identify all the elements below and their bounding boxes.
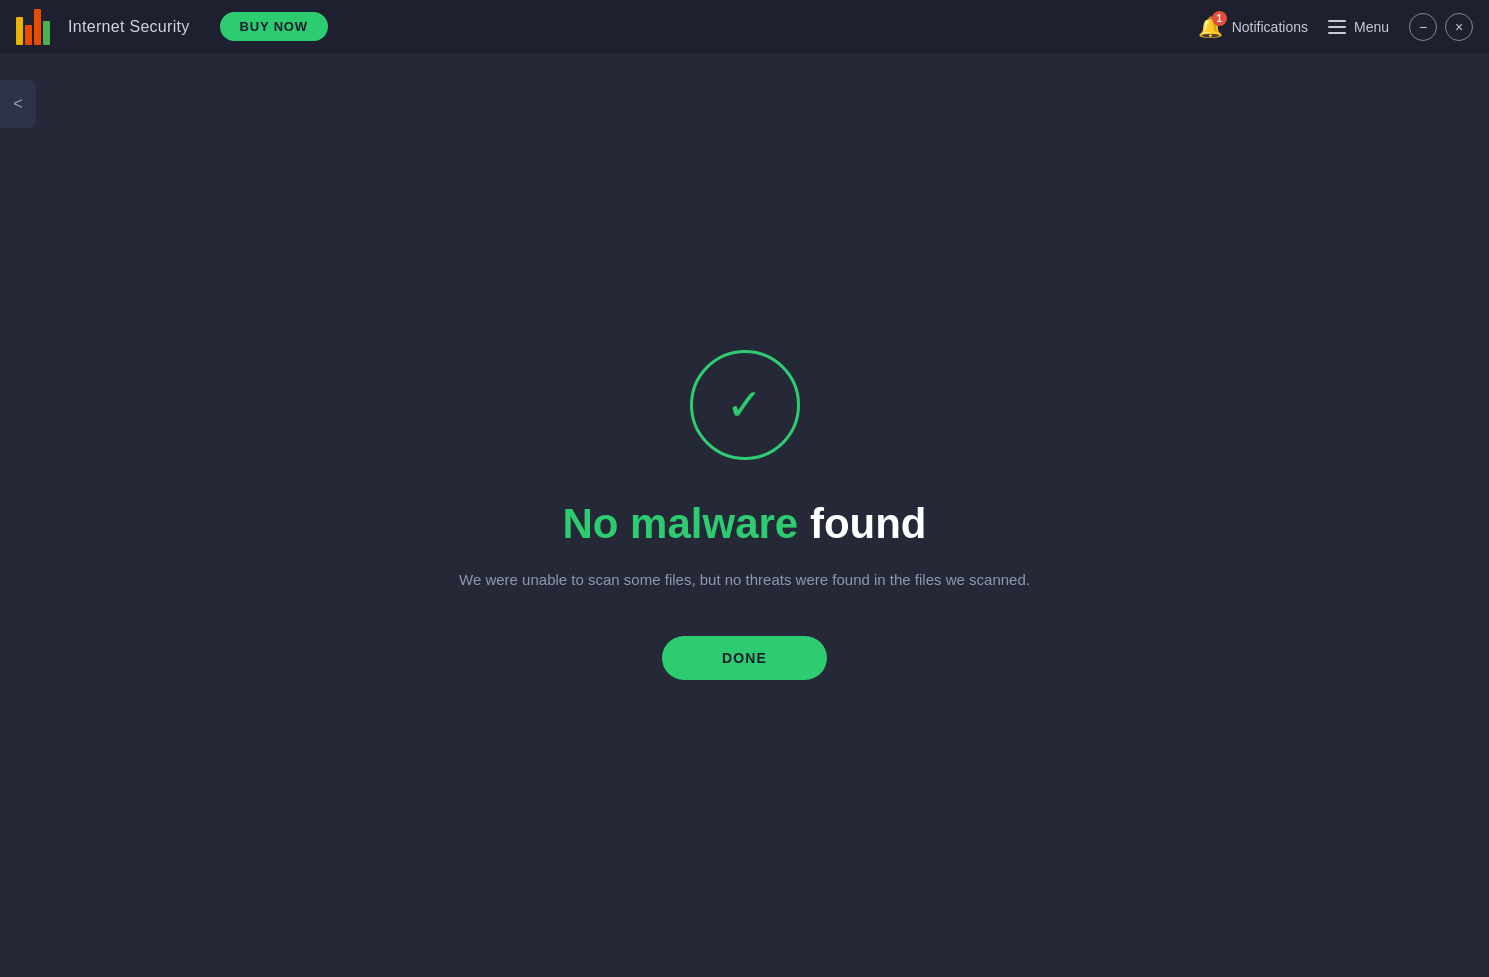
avg-logo xyxy=(16,9,58,45)
notifications-area[interactable]: 🔔 1 Notifications xyxy=(1198,14,1308,40)
menu-label: Menu xyxy=(1354,19,1389,35)
result-title-white: found xyxy=(810,500,927,547)
done-button[interactable]: DONE xyxy=(662,636,827,680)
titlebar: Internet Security BUY NOW 🔔 1 Notificati… xyxy=(0,0,1489,53)
window-controls: − × xyxy=(1409,13,1473,41)
check-icon: ✓ xyxy=(726,383,763,427)
main-content: ✓ No malware found We were unable to sca… xyxy=(0,53,1489,977)
buy-now-button[interactable]: BUY NOW xyxy=(220,12,328,41)
sidebar-toggle[interactable]: < xyxy=(0,80,36,128)
result-subtitle: We were unable to scan some files, but n… xyxy=(459,568,1030,592)
close-button[interactable]: × xyxy=(1445,13,1473,41)
menu-area[interactable]: Menu xyxy=(1328,19,1389,35)
bell-icon-wrap: 🔔 1 xyxy=(1198,14,1224,40)
minimize-button[interactable]: − xyxy=(1409,13,1437,41)
titlebar-right: 🔔 1 Notifications Menu − × xyxy=(1198,13,1473,41)
check-circle: ✓ xyxy=(690,350,800,460)
result-title-green: No malware xyxy=(562,500,798,547)
notifications-label: Notifications xyxy=(1232,19,1308,35)
chevron-left-icon: < xyxy=(13,95,22,113)
menu-icon xyxy=(1328,20,1346,34)
result-title: No malware found xyxy=(562,500,926,548)
app-name: Internet Security xyxy=(68,18,190,36)
logo-area: Internet Security BUY NOW xyxy=(16,9,328,45)
notification-badge: 1 xyxy=(1212,11,1227,26)
